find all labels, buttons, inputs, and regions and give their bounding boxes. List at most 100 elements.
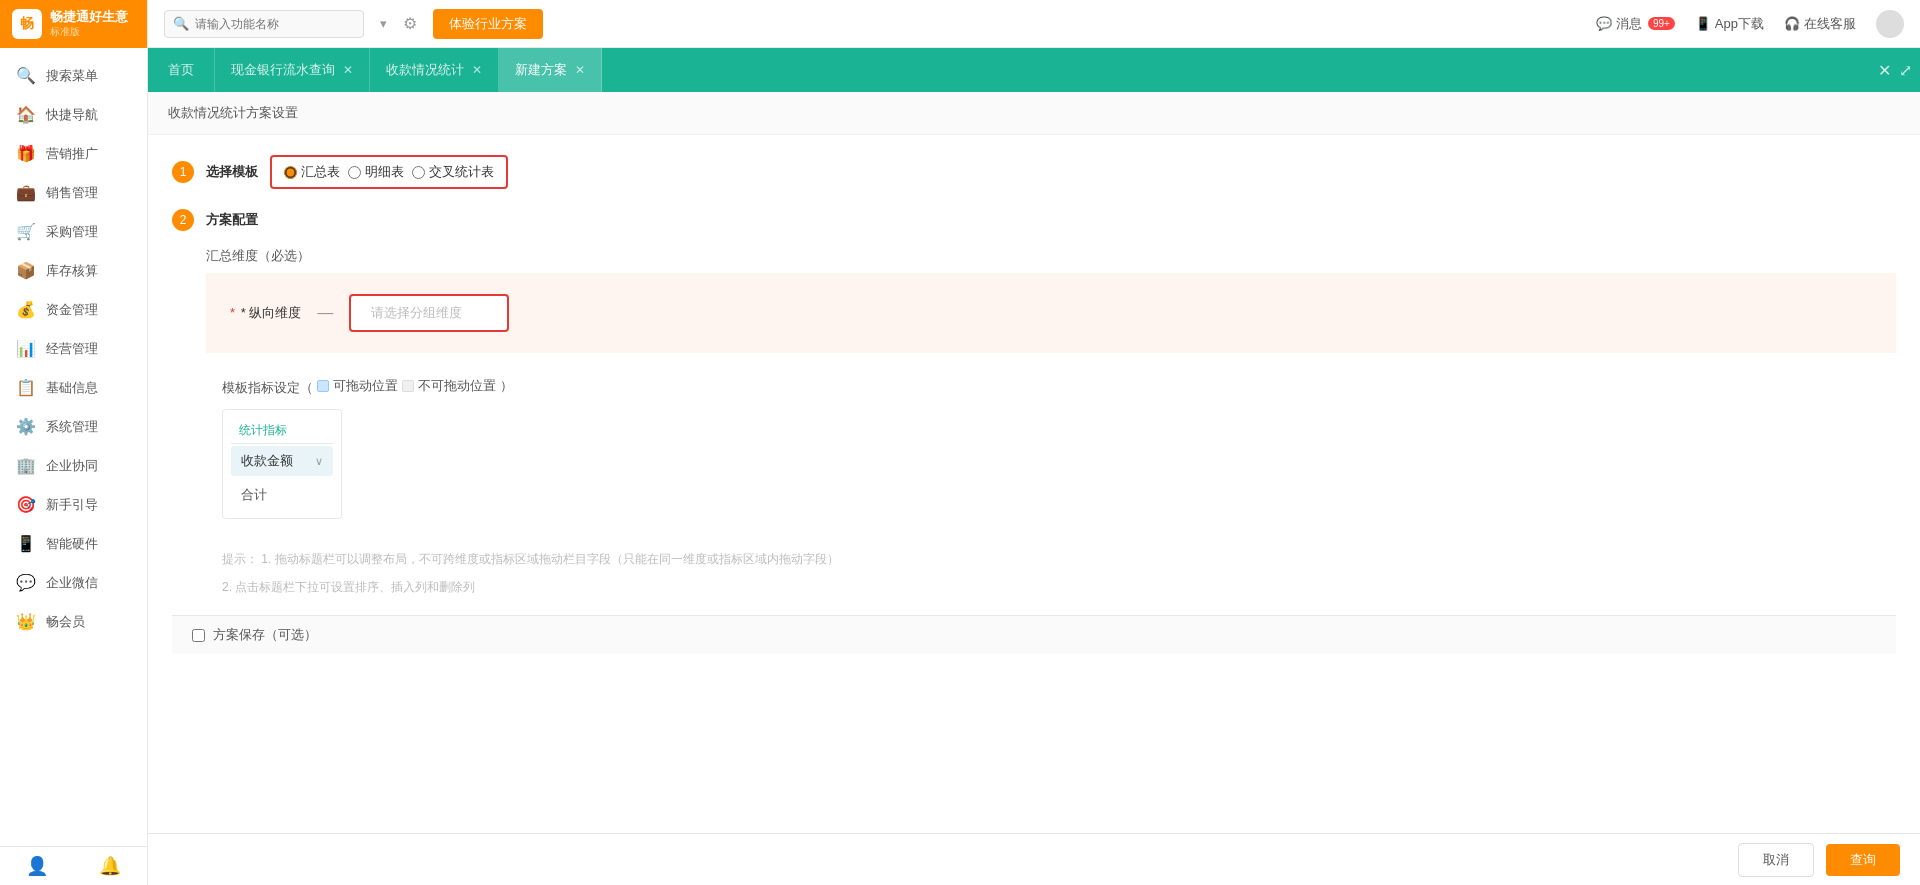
sidebar-item-smart-hw[interactable]: 📱 智能硬件 bbox=[0, 524, 147, 563]
sidebar-item-label: 基础信息 bbox=[46, 379, 98, 397]
trial-button[interactable]: 体验行业方案 bbox=[433, 9, 543, 39]
tips-area: 提示： 1. 拖动标题栏可以调整布局，不可跨维度或指标区域拖动栏目字段（只能在同… bbox=[206, 535, 1896, 615]
tab-bar-actions: ✕ ⤢ bbox=[1870, 48, 1920, 92]
sidebar-item-enterprise[interactable]: 🏢 企业协同 bbox=[0, 446, 147, 485]
service-icon: 🎧 bbox=[1784, 16, 1800, 31]
metric-category-label: 统计指标 bbox=[231, 418, 333, 444]
sidebar-item-finance[interactable]: 💰 资金管理 bbox=[0, 290, 147, 329]
bell-icon: 🔔 bbox=[99, 855, 121, 877]
dimension-select-box[interactable]: 请选择分组维度 bbox=[349, 294, 509, 332]
step2-row: 2 方案配置 bbox=[172, 209, 1896, 231]
sidebar-item-label: 企业协同 bbox=[46, 457, 98, 475]
sidebar-item-label: 新手引导 bbox=[46, 496, 98, 514]
footer-bar: 取消 查询 bbox=[148, 833, 1920, 885]
tab-bank-flow-close[interactable]: ✕ bbox=[343, 63, 353, 77]
form-section: 1 选择模板 汇总表 明细表 交叉统计表 bbox=[148, 135, 1920, 833]
radio-detail-input[interactable] bbox=[348, 166, 361, 179]
operations-icon: 📊 bbox=[16, 339, 36, 358]
sidebar-item-label: 系统管理 bbox=[46, 418, 98, 436]
config-area: 汇总维度（必选） * * 纵向维度 — 请选择分组维度 模板指标 bbox=[172, 247, 1896, 615]
sidebar-item-marketing[interactable]: 🎁 营销推广 bbox=[0, 134, 147, 173]
gear-icon: ⚙️ bbox=[16, 417, 36, 436]
notification-count: 99+ bbox=[1648, 17, 1675, 30]
logo-badge: 标准版 bbox=[50, 25, 128, 39]
page-title: 收款情况统计方案设置 bbox=[148, 92, 1920, 135]
tab-home-label: 首页 bbox=[168, 61, 194, 79]
vertical-dimension-label: * * 纵向维度 bbox=[230, 304, 301, 322]
metric-card-collection[interactable]: 收款金额 ∨ bbox=[231, 446, 333, 476]
cancel-button[interactable]: 取消 bbox=[1738, 843, 1814, 877]
sidebar-bottom: 👤 🔔 bbox=[0, 846, 147, 885]
sidebar-item-inventory[interactable]: 📦 库存核算 bbox=[0, 251, 147, 290]
tab-home[interactable]: 首页 bbox=[148, 48, 215, 92]
sidebar-logo: 畅 畅捷通好生意 标准版 bbox=[0, 0, 147, 48]
sidebar-item-label: 快捷导航 bbox=[46, 106, 98, 124]
tab-collection-stats[interactable]: 收款情况统计 ✕ bbox=[370, 48, 499, 92]
tab-bank-flow[interactable]: 现金银行流水查询 ✕ bbox=[215, 48, 370, 92]
tab-bank-flow-label: 现金银行流水查询 bbox=[231, 61, 335, 79]
radio-cross-label: 交叉统计表 bbox=[429, 163, 494, 181]
sidebar-item-search-menu[interactable]: 🔍 搜索菜单 bbox=[0, 56, 147, 95]
vertical-label-text: * 纵向维度 bbox=[241, 305, 302, 320]
app-icon: 📱 bbox=[1695, 16, 1711, 31]
non-draggable-label: 不可拖动位置 bbox=[418, 377, 496, 395]
sidebar-item-beginner[interactable]: 🎯 新手引导 bbox=[0, 485, 147, 524]
radio-detail[interactable]: 明细表 bbox=[348, 163, 404, 181]
online-service-label: 在线客服 bbox=[1804, 15, 1856, 33]
metric-dropdown-icon[interactable]: ∨ bbox=[315, 455, 323, 468]
message-icon: 💬 bbox=[1596, 16, 1612, 31]
logo-icon: 畅 bbox=[12, 9, 42, 39]
search-dropdown-icon[interactable]: ▾ bbox=[380, 16, 387, 31]
sidebar-item-label: 营销推广 bbox=[46, 145, 98, 163]
sidebar-item-sales[interactable]: 💼 销售管理 bbox=[0, 173, 147, 212]
radio-detail-label: 明细表 bbox=[365, 163, 404, 181]
radio-summary[interactable]: 汇总表 bbox=[284, 163, 340, 181]
save-checkbox[interactable] bbox=[192, 629, 205, 642]
guide-icon: 🎯 bbox=[16, 495, 36, 514]
search-input[interactable] bbox=[195, 17, 355, 31]
sidebar-item-wechat[interactable]: 💬 企业微信 bbox=[0, 563, 147, 602]
dimension-arrow: — bbox=[317, 304, 333, 322]
save-row: 方案保存（可选） bbox=[172, 615, 1896, 654]
notification-btn[interactable]: 💬 消息 99+ bbox=[1596, 15, 1675, 33]
tab-new-plan-close[interactable]: ✕ bbox=[575, 63, 585, 77]
sidebar-item-operations[interactable]: 📊 经营管理 bbox=[0, 329, 147, 368]
logo-text-area: 畅捷通好生意 标准版 bbox=[50, 9, 128, 39]
draggable-label: 可拖动位置 bbox=[333, 377, 398, 395]
non-draggable-dot bbox=[402, 380, 414, 392]
query-button[interactable]: 查询 bbox=[1826, 844, 1900, 876]
sales-icon: 💼 bbox=[16, 183, 36, 202]
top-header: 🔍 ▾ ⚙ 体验行业方案 💬 消息 99+ 📱 App下载 🎧 在线客服 bbox=[148, 0, 1920, 48]
maximize-tab-action[interactable]: ⤢ bbox=[1899, 61, 1912, 80]
search-icon: 🔍 bbox=[16, 66, 36, 85]
app-download-btn[interactable]: 📱 App下载 bbox=[1695, 15, 1764, 33]
metrics-indicators: 可拖动位置 不可拖动位置 ） bbox=[317, 377, 513, 395]
sidebar-item-label: 经营管理 bbox=[46, 340, 98, 358]
sidebar-item-basic-info[interactable]: 📋 基础信息 bbox=[0, 368, 147, 407]
sidebar-item-member[interactable]: 👑 畅会员 bbox=[0, 602, 147, 641]
user-avatar[interactable] bbox=[1876, 10, 1904, 38]
sidebar-item-quick-nav[interactable]: 🏠 快捷导航 bbox=[0, 95, 147, 134]
settings-icon[interactable]: ⚙ bbox=[403, 14, 417, 33]
user-icon: 👤 bbox=[26, 855, 48, 877]
sidebar-item-sys-mgmt[interactable]: ⚙️ 系统管理 bbox=[0, 407, 147, 446]
step2-number: 2 bbox=[172, 209, 194, 231]
radio-summary-input[interactable] bbox=[284, 166, 297, 179]
tip-line-1: 提示： 1. 拖动标题栏可以调整布局，不可跨维度或指标区域拖动栏目字段（只能在同… bbox=[222, 547, 1880, 571]
sidebar-bottom-user[interactable]: 👤 bbox=[26, 855, 48, 877]
step1-row: 1 选择模板 汇总表 明细表 交叉统计表 bbox=[172, 155, 1896, 189]
tab-new-plan[interactable]: 新建方案 ✕ bbox=[499, 48, 602, 92]
search-bar-icon: 🔍 bbox=[173, 16, 189, 31]
tip-line-2: 2. 点击标题栏下拉可设置排序、插入列和删除列 bbox=[222, 575, 1880, 599]
tab-collection-close[interactable]: ✕ bbox=[472, 63, 482, 77]
main-content: 🔍 ▾ ⚙ 体验行业方案 💬 消息 99+ 📱 App下载 🎧 在线客服 bbox=[148, 0, 1920, 885]
save-label: 方案保存（可选） bbox=[213, 626, 317, 644]
radio-cross[interactable]: 交叉统计表 bbox=[412, 163, 494, 181]
radio-cross-input[interactable] bbox=[412, 166, 425, 179]
close-tab-action[interactable]: ✕ bbox=[1878, 61, 1891, 80]
sidebar-bottom-bell[interactable]: 🔔 bbox=[99, 855, 121, 877]
online-service-btn[interactable]: 🎧 在线客服 bbox=[1784, 15, 1856, 33]
sidebar-item-purchase[interactable]: 🛒 采购管理 bbox=[0, 212, 147, 251]
search-bar[interactable]: 🔍 bbox=[164, 10, 364, 38]
radio-summary-label: 汇总表 bbox=[301, 163, 340, 181]
